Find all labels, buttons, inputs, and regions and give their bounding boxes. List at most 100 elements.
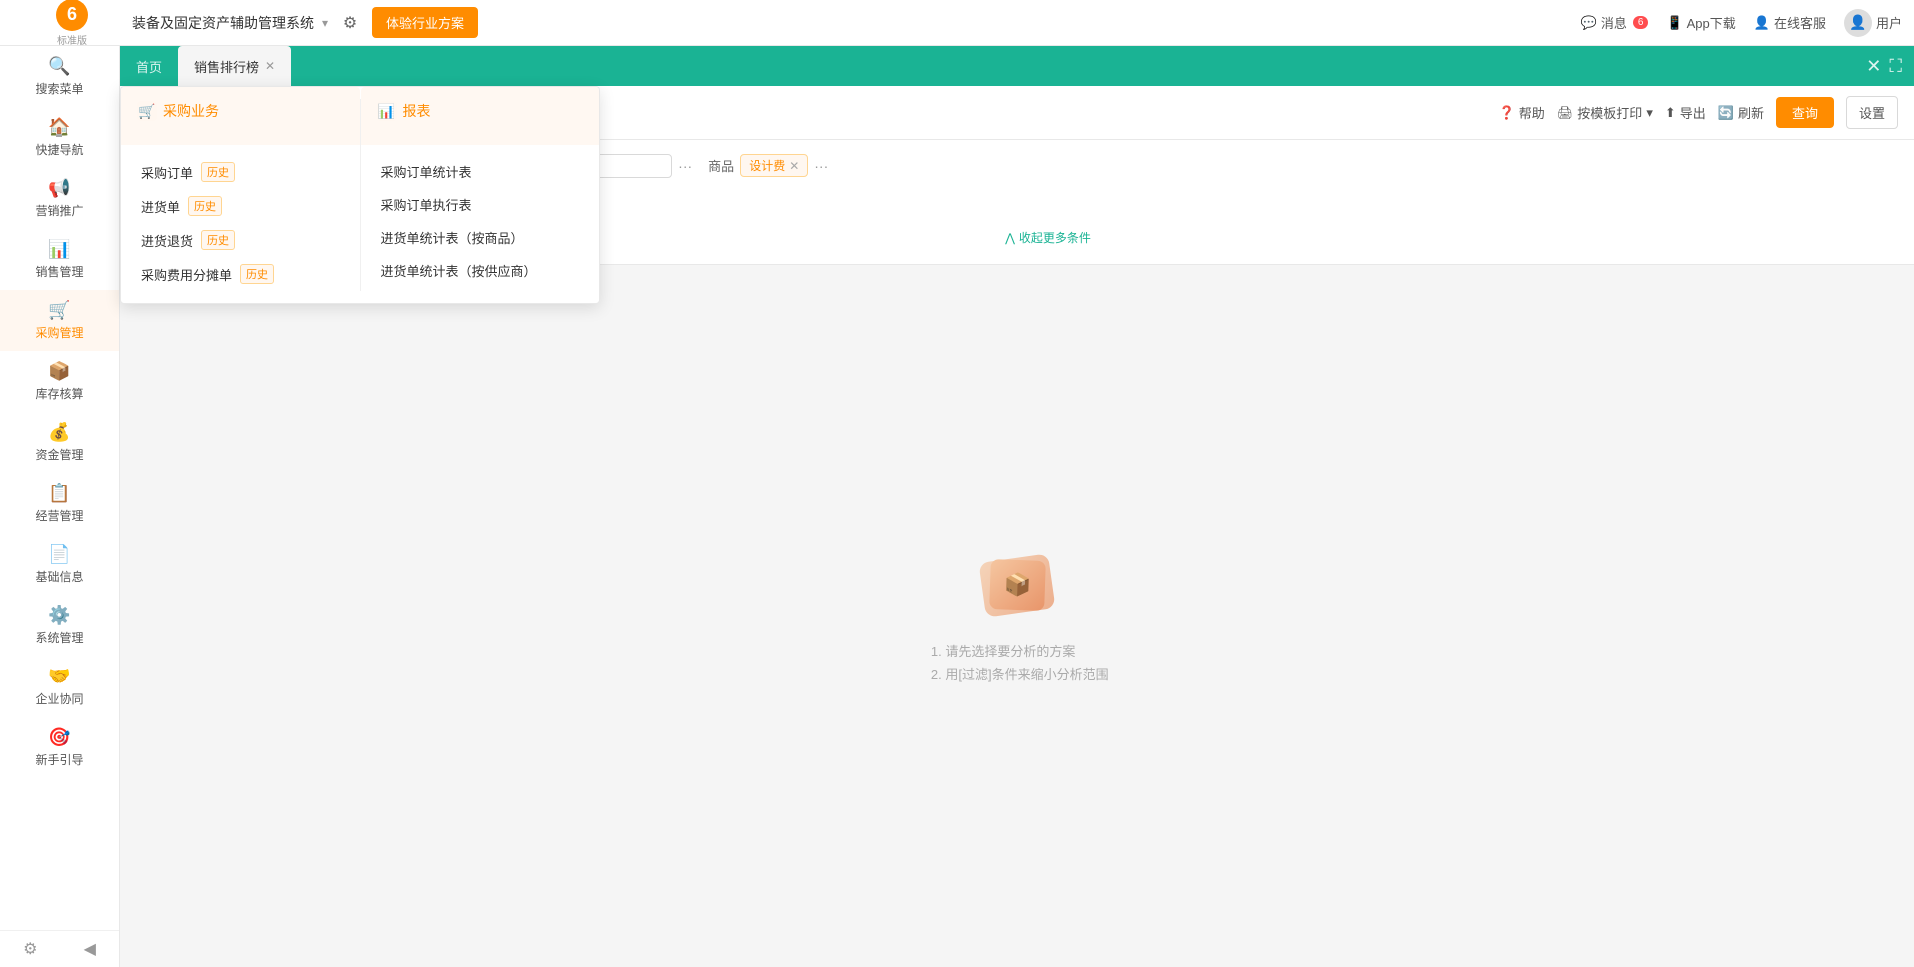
export-label: 导出 (1680, 103, 1706, 122)
finance-icon: 💰 (48, 422, 70, 443)
sidebar-item-system[interactable]: ⚙️ 系统管理 (0, 595, 119, 656)
dropdown-arrow-icon[interactable]: ▾ (322, 16, 328, 30)
expense-label: 采购费用分摊单 (141, 265, 232, 284)
goods-label: 商品 (708, 156, 734, 175)
industry-btn[interactable]: 体验行业方案 (372, 7, 478, 38)
sidebar-label-quick-nav: 快捷导航 (35, 141, 83, 158)
sidebar-item-inventory[interactable]: 📦 库存核算 (0, 351, 119, 412)
purchase-section-header: 🛒 采购业务 (121, 87, 360, 145)
sidebar-label-enterprise: 企业协同 (35, 690, 83, 707)
dropdown-item-purchase-order[interactable]: 采购订单 历史 (137, 155, 344, 189)
tab-close-page-icon[interactable]: ✕ (1866, 56, 1881, 77)
print-icon: 🖨 (1557, 105, 1574, 121)
refresh-btn[interactable]: 🔄 刷新 (1718, 103, 1764, 122)
export-btn[interactable]: ⬆ 导出 (1665, 103, 1706, 122)
query-btn[interactable]: 查询 (1776, 97, 1834, 128)
sidebar-item-purchase[interactable]: 🛒 采购管理 (0, 290, 119, 351)
sidebar-label-search: 搜索菜单 (35, 80, 83, 97)
tab-close-icon[interactable]: ✕ (265, 59, 275, 73)
tab-sales-rank-label: 销售排行榜 (194, 57, 259, 76)
print-btn[interactable]: 🖨 按模板打印 ▾ (1557, 103, 1653, 122)
report-3-label: 进货单统计表（按商品） (381, 228, 524, 247)
sales-icon: 📊 (48, 239, 70, 260)
sidebar-item-basic[interactable]: 📄 基础信息 (0, 534, 119, 595)
report-section-icon: 📊 (377, 101, 397, 121)
marketing-icon: 📢 (48, 178, 70, 199)
collapse-btn[interactable]: ⋀ 收起更多条件 (999, 223, 1097, 252)
online-service-label: 在线客服 (1774, 13, 1826, 32)
sidebar-item-guide[interactable]: 🎯 新手引导 (0, 717, 119, 778)
print-label: 按模板打印 (1577, 103, 1642, 122)
goods-tag-label: 设计费 (749, 157, 785, 174)
report-section: 📊 报表 采购订单统计表 采购订单执行表 进货单统计表（按商品） 进货单统计表（… (360, 99, 600, 291)
basic-icon: 📄 (48, 544, 70, 565)
sidebar-label-sales: 销售管理 (35, 263, 83, 280)
sidebar-item-search[interactable]: 🔍 搜索菜单 (0, 46, 119, 107)
settings-icon[interactable]: ⚙ (336, 9, 364, 37)
history-tag-2: 历史 (201, 230, 235, 250)
tab-sales-rank[interactable]: 销售排行榜 ✕ (178, 46, 291, 86)
sidebar-label-operations: 经营管理 (35, 507, 83, 524)
sidebar-item-sales[interactable]: 📊 销售管理 (0, 229, 119, 290)
tab-expand-icon[interactable]: ⛶ (1889, 56, 1902, 77)
enterprise-icon: 🤝 (48, 666, 70, 687)
dropdown-item-report-2[interactable]: 采购订单执行表 (377, 188, 584, 221)
sidebar-item-quick-nav[interactable]: 🏠 快捷导航 (0, 107, 119, 168)
goods-tag-close[interactable]: ✕ (789, 159, 799, 173)
empty-hint-1: 请先选择要分析的方案 (945, 641, 1108, 660)
purchase-section-icon: 🛒 (137, 101, 157, 121)
purchase-section: 🛒 采购业务 采购订单 历史 进货单 历史 进货退货 历史 采购费用分摊单 历史 (121, 99, 360, 291)
collapse-label: 收起更多条件 (1019, 229, 1091, 246)
history-tag-3: 历史 (240, 264, 274, 284)
sidebar-settings-btn[interactable]: ⚙ (23, 939, 37, 959)
sidebar-item-enterprise[interactable]: 🤝 企业协同 (0, 656, 119, 717)
goods-dots[interactable]: ··· (814, 158, 828, 174)
sidebar-label-basic: 基础信息 (35, 568, 83, 585)
export-icon: ⬆ (1665, 105, 1676, 121)
message-btn[interactable]: 💬 消息 6 (1581, 13, 1649, 32)
dropdown-item-report-1[interactable]: 采购订单统计表 (377, 155, 584, 188)
system-icon: ⚙️ (48, 605, 70, 626)
sidebar-label-system: 系统管理 (35, 629, 83, 646)
app-download-btn[interactable]: 📱 App下载 (1666, 13, 1735, 32)
report-4-label: 进货单统计表（按供应商） (381, 261, 537, 280)
app-title-area: 装备及固定资产辅助管理系统 ▾ ⚙ 体验行业方案 (132, 7, 1581, 38)
sidebar-item-finance[interactable]: 💰 资金管理 (0, 412, 119, 473)
online-service-btn[interactable]: 👤 在线客服 (1754, 13, 1826, 32)
top-right: 💬 消息 6 📱 App下载 👤 在线客服 👤 用户 (1581, 9, 1902, 37)
dropdown-item-report-4[interactable]: 进货单统计表（按供应商） (377, 254, 584, 287)
help-btn[interactable]: ❓ 帮助 (1499, 103, 1545, 122)
goods-filter: 商品 设计费 ✕ ··· (708, 154, 828, 177)
print-dropdown-icon[interactable]: ▾ (1646, 105, 1653, 121)
return-label: 进货退货 (141, 231, 193, 250)
empty-hints: 请先选择要分析的方案 用[过滤]条件来缩小分析范围 (925, 637, 1108, 687)
status-dots[interactable]: ··· (678, 158, 692, 174)
dropdown-item-return[interactable]: 进货退货 历史 (137, 223, 344, 257)
dropdown-item-report-3[interactable]: 进货单统计表（按商品） (377, 221, 584, 254)
report-2-label: 采购订单执行表 (381, 195, 472, 214)
purchase-section-title: 🛒 采购业务 (137, 97, 344, 125)
help-label: 帮助 (1519, 103, 1545, 122)
empty-hint-2: 用[过滤]条件来缩小分析范围 (945, 664, 1108, 683)
report-section-header: 📊 报表 (361, 87, 600, 145)
report-1-label: 采购订单统计表 (381, 162, 472, 181)
search-icon: 🔍 (48, 56, 70, 77)
purchase-section-label: 采购业务 (163, 101, 219, 121)
sidebar-item-marketing[interactable]: 📢 营销推广 (0, 168, 119, 229)
refresh-label: 刷新 (1738, 103, 1764, 122)
logo-icon: 6 (56, 0, 88, 31)
message-label: 消息 (1601, 13, 1627, 32)
logo-area: 6 标准版 (12, 0, 132, 47)
settings-btn[interactable]: 设置 (1846, 96, 1898, 129)
tab-home[interactable]: 首页 (120, 46, 178, 86)
user-area[interactable]: 👤 用户 (1844, 9, 1902, 37)
help-icon: ❓ (1499, 105, 1515, 121)
report-section-title: 📊 报表 (377, 97, 584, 125)
goods-tag: 设计费 ✕ (740, 154, 808, 177)
guide-icon: 🎯 (48, 727, 70, 748)
dropdown-item-inbound[interactable]: 进货单 历史 (137, 189, 344, 223)
message-badge: 6 (1633, 16, 1649, 29)
dropdown-item-expense[interactable]: 采购费用分摊单 历史 (137, 257, 344, 291)
sidebar-collapse-btn[interactable]: ◀ (84, 939, 96, 959)
sidebar-item-operations[interactable]: 📋 经营管理 (0, 473, 119, 534)
